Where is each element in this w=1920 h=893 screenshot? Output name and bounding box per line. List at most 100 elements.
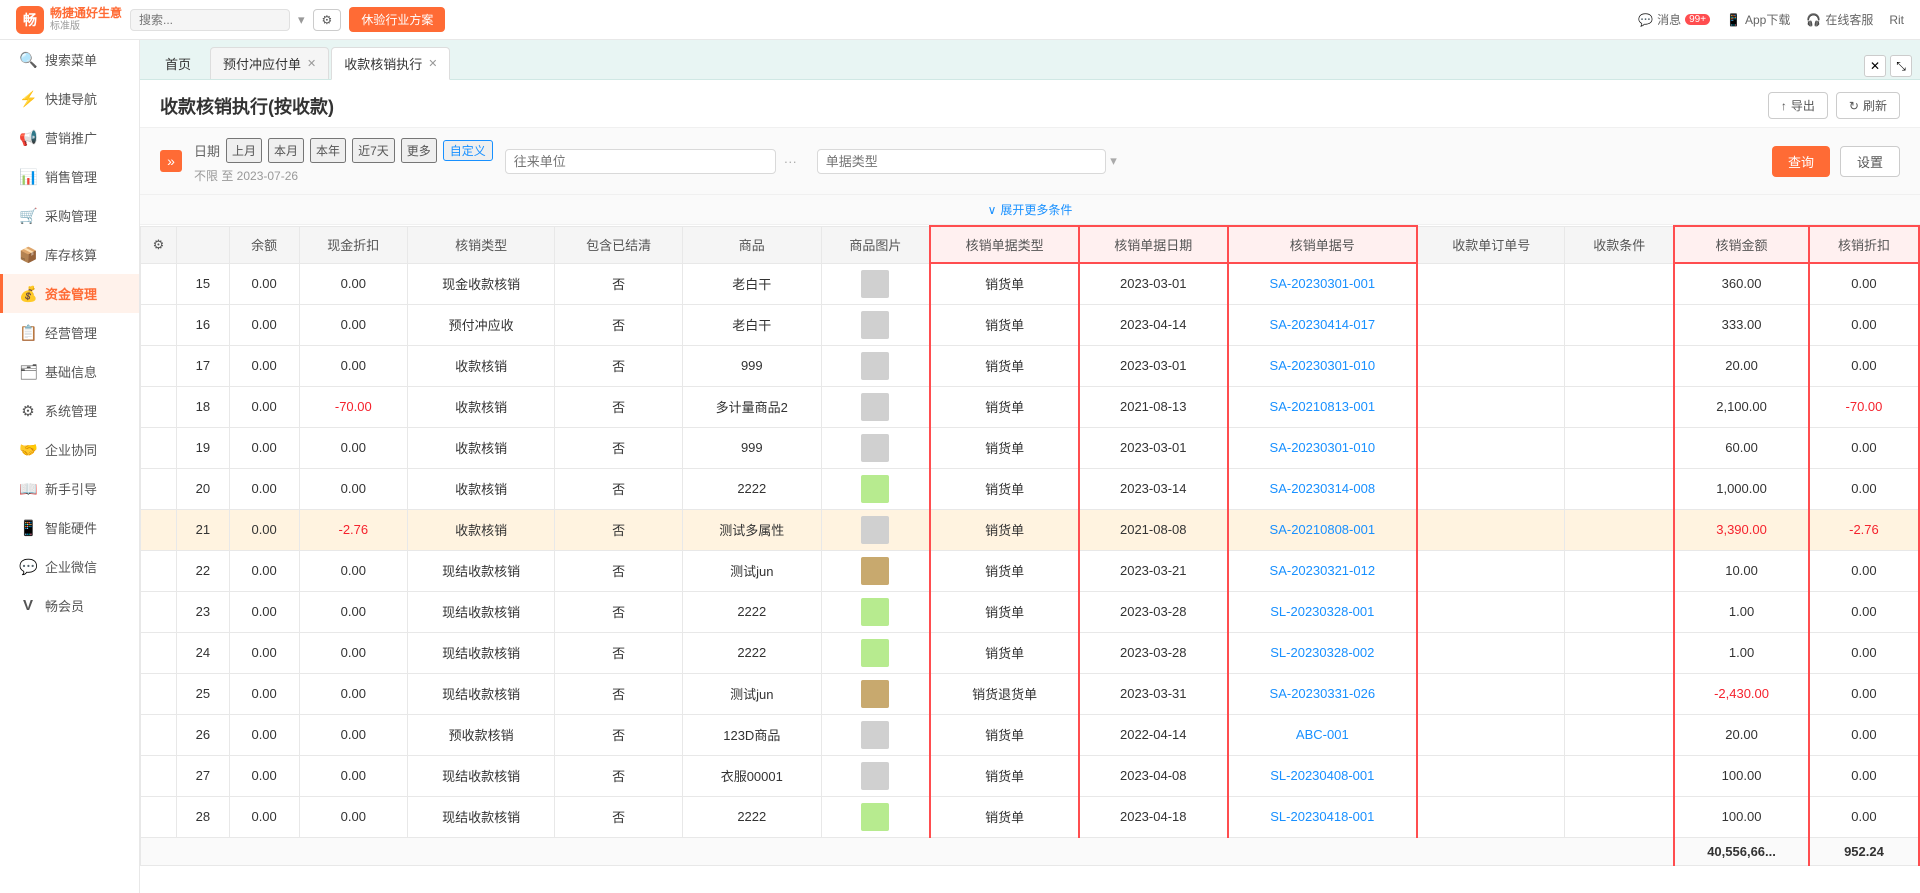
cell-verify-doc-no[interactable]: ABC-001 (1228, 714, 1418, 755)
sidebar-item-finance[interactable]: 💰 资金管理 (0, 274, 139, 313)
sidebar-item-collab[interactable]: 🤝 企业协同 (0, 430, 139, 469)
expand-more-btn[interactable]: ∨ 展开更多条件 (140, 197, 1920, 222)
tab-bar: 首页 预付冲应付单 ✕ 收款核销执行 ✕ ✕ ⤡ (140, 40, 1920, 80)
refresh-btn[interactable]: ↻ 刷新 (1836, 92, 1900, 119)
verify-doc-link[interactable]: SA-20230301-010 (1270, 358, 1376, 373)
filter-date-more[interactable]: 更多 (401, 138, 437, 163)
sidebar-label-member: 畅会员 (45, 596, 84, 615)
filter-customer-input[interactable] (505, 149, 776, 174)
sidebar-item-system[interactable]: ⚙ 系统管理 (0, 391, 139, 430)
cell-verify-doc-type: 销货单 (930, 796, 1079, 837)
app-download-btn[interactable]: 📱 App下载 (1726, 11, 1790, 28)
cell-verify-doc-no[interactable]: SL-20230328-001 (1228, 591, 1418, 632)
online-service-btn[interactable]: 🎧 在线客服 (1806, 11, 1873, 28)
verify-doc-link[interactable]: SA-20230314-008 (1270, 481, 1376, 496)
cell-verify-doc-type: 销货退货单 (930, 673, 1079, 714)
tab-maximize-btn[interactable]: ⤡ (1890, 55, 1912, 77)
th-index (177, 226, 230, 263)
filter-date-this-year[interactable]: 本年 (310, 138, 346, 163)
gear-btn[interactable]: ⚙ (313, 9, 342, 31)
collab-icon: 🤝 (19, 441, 37, 459)
sidebar-item-member[interactable]: V 畅会员 (0, 586, 139, 625)
export-btn[interactable]: ↑ 导出 (1768, 92, 1828, 119)
tab-verify[interactable]: 收款核销执行 ✕ (331, 47, 450, 80)
cell-index: 18 (177, 386, 230, 427)
verify-doc-link[interactable]: SL-20230418-001 (1270, 809, 1374, 824)
sidebar-item-basic[interactable]: 🗂 基础信息 (0, 352, 139, 391)
sales-icon: 📊 (19, 168, 37, 186)
verify-doc-link[interactable]: SA-20230414-017 (1270, 317, 1376, 332)
tab-prepay-close[interactable]: ✕ (307, 57, 316, 70)
cell-verify-doc-no[interactable]: SL-20230408-001 (1228, 755, 1418, 796)
verify-doc-link[interactable]: SA-20230301-010 (1270, 440, 1376, 455)
cell-verify-doc-no[interactable]: SA-20230321-012 (1228, 550, 1418, 591)
cell-settings (141, 427, 177, 468)
verify-doc-link[interactable]: SA-20230321-012 (1270, 563, 1376, 578)
cell-goods-img (821, 673, 930, 714)
th-verify-amount: 核销金额 (1674, 226, 1809, 263)
filter-date-last-month[interactable]: 上月 (226, 138, 262, 163)
verify-doc-link[interactable]: SA-20230331-026 (1270, 686, 1376, 701)
sidebar-item-hardware[interactable]: 📱 智能硬件 (0, 508, 139, 547)
verify-doc-link[interactable]: ABC-001 (1296, 727, 1349, 742)
message-btn[interactable]: 💬 消息 99+ (1638, 11, 1710, 28)
cell-included-settled: 否 (555, 673, 683, 714)
cell-index: 22 (177, 550, 230, 591)
customer-dots-icon[interactable]: ··· (776, 154, 805, 169)
filter-date-7days[interactable]: 近7天 (352, 138, 395, 163)
cell-verify-doc-no[interactable]: SA-20230414-017 (1228, 304, 1418, 345)
cell-verify-doc-no[interactable]: SA-20230301-010 (1228, 345, 1418, 386)
settings-btn[interactable]: 设置 (1840, 146, 1900, 177)
cell-verify-doc-no[interactable]: SA-20230301-001 (1228, 263, 1418, 304)
cell-goods-img (821, 714, 930, 755)
cell-verify-doc-no[interactable]: SA-20210808-001 (1228, 509, 1418, 550)
cell-included-settled: 否 (555, 509, 683, 550)
cell-verify-amount: 1.00 (1674, 632, 1809, 673)
cell-goods: 测试jun (683, 673, 822, 714)
filter-date-this-month[interactable]: 本月 (268, 138, 304, 163)
cell-verify-doc-no[interactable]: SA-20210813-001 (1228, 386, 1418, 427)
tab-home[interactable]: 首页 (148, 47, 208, 79)
solution-btn[interactable]: 休验行业方案 (349, 7, 445, 32)
page-header: 收款核销执行(按收款) ↑ 导出 ↻ 刷新 (140, 80, 1920, 128)
verify-doc-link[interactable]: SL-20230328-002 (1270, 645, 1374, 660)
verify-doc-link[interactable]: SL-20230408-001 (1270, 768, 1374, 783)
cell-verify-doc-no[interactable]: SA-20230314-008 (1228, 468, 1418, 509)
doctype-dropdown-icon[interactable]: ▾ (1110, 153, 1117, 169)
cell-verify-doc-no[interactable]: SL-20230328-002 (1228, 632, 1418, 673)
filter-date-custom[interactable]: 自定义 (443, 140, 493, 161)
filter-doctype-input[interactable] (817, 149, 1106, 174)
dropdown-arrow[interactable]: ▾ (298, 12, 305, 28)
cell-included-settled: 否 (555, 550, 683, 591)
verify-doc-link[interactable]: SL-20230328-001 (1270, 604, 1374, 619)
sidebar-item-inventory[interactable]: 📦 库存核算 (0, 235, 139, 274)
cell-verify-doc-no[interactable]: SA-20230301-010 (1228, 427, 1418, 468)
tab-close-all-btn[interactable]: ✕ (1864, 55, 1886, 77)
verify-doc-link[interactable]: SA-20230301-001 (1270, 276, 1376, 291)
cell-verify-doc-no[interactable]: SA-20230331-026 (1228, 673, 1418, 714)
sidebar-item-sales[interactable]: 📊 销售管理 (0, 157, 139, 196)
table-row: 28 0.00 0.00 现结收款核销 否 2222 销货单 2023-04-1… (141, 796, 1920, 837)
query-btn[interactable]: 查询 (1772, 146, 1830, 177)
footer-verify-discount: 952.24 (1809, 837, 1919, 865)
filter-expand-btn[interactable]: » (160, 150, 182, 172)
cell-verify-doc-date: 2021-08-13 (1079, 386, 1228, 427)
cell-verify-doc-type: 销货单 (930, 263, 1079, 304)
sidebar-item-marketing[interactable]: 📢 营销推广 (0, 118, 139, 157)
verify-doc-link[interactable]: SA-20210813-001 (1270, 399, 1376, 414)
tab-prepay[interactable]: 预付冲应付单 ✕ (210, 47, 329, 79)
sidebar-item-purchase[interactable]: 🛒 采购管理 (0, 196, 139, 235)
sidebar-item-operations[interactable]: 📋 经营管理 (0, 313, 139, 352)
user-btn[interactable]: Rit (1889, 13, 1904, 27)
table-row: 17 0.00 0.00 收款核销 否 999 销货单 2023-03-01 S… (141, 345, 1920, 386)
th-settings[interactable]: ⚙ (141, 226, 177, 263)
sidebar-item-wechat[interactable]: 💬 企业微信 (0, 547, 139, 586)
sidebar-item-guide[interactable]: 📖 新手引导 (0, 469, 139, 508)
sidebar-item-search[interactable]: 🔍 搜索菜单 (0, 40, 139, 79)
sidebar-item-quicknav[interactable]: ⚡ 快捷导航 (0, 79, 139, 118)
verify-doc-link[interactable]: SA-20210808-001 (1270, 522, 1376, 537)
tab-verify-close[interactable]: ✕ (428, 57, 437, 70)
cell-index: 20 (177, 468, 230, 509)
cell-verify-doc-no[interactable]: SL-20230418-001 (1228, 796, 1418, 837)
search-input[interactable] (130, 9, 290, 31)
